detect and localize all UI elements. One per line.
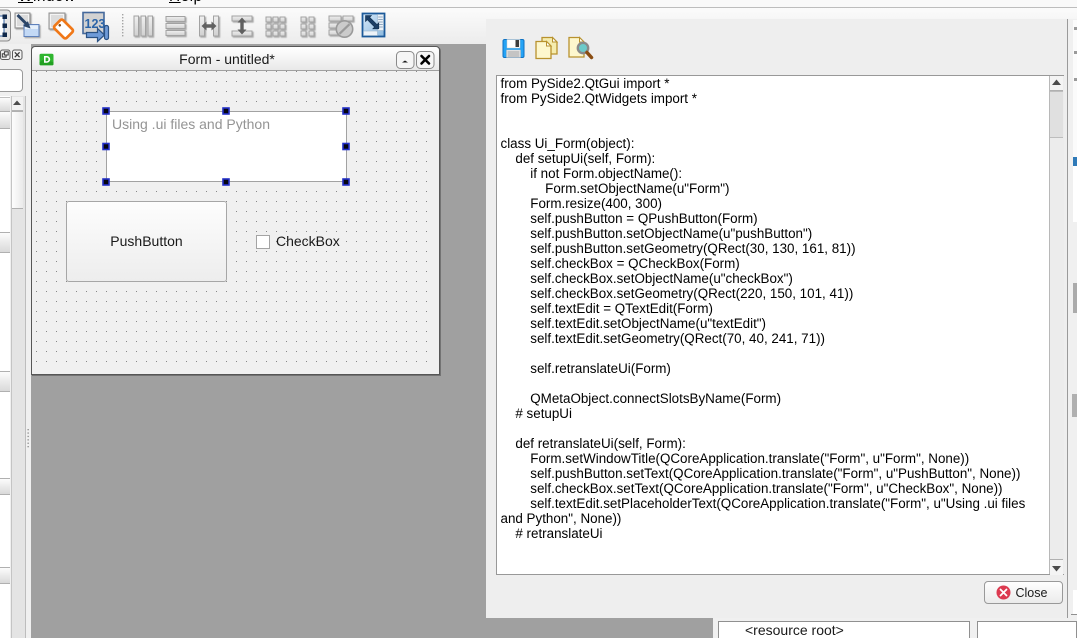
svg-text:123: 123 xyxy=(85,17,106,31)
